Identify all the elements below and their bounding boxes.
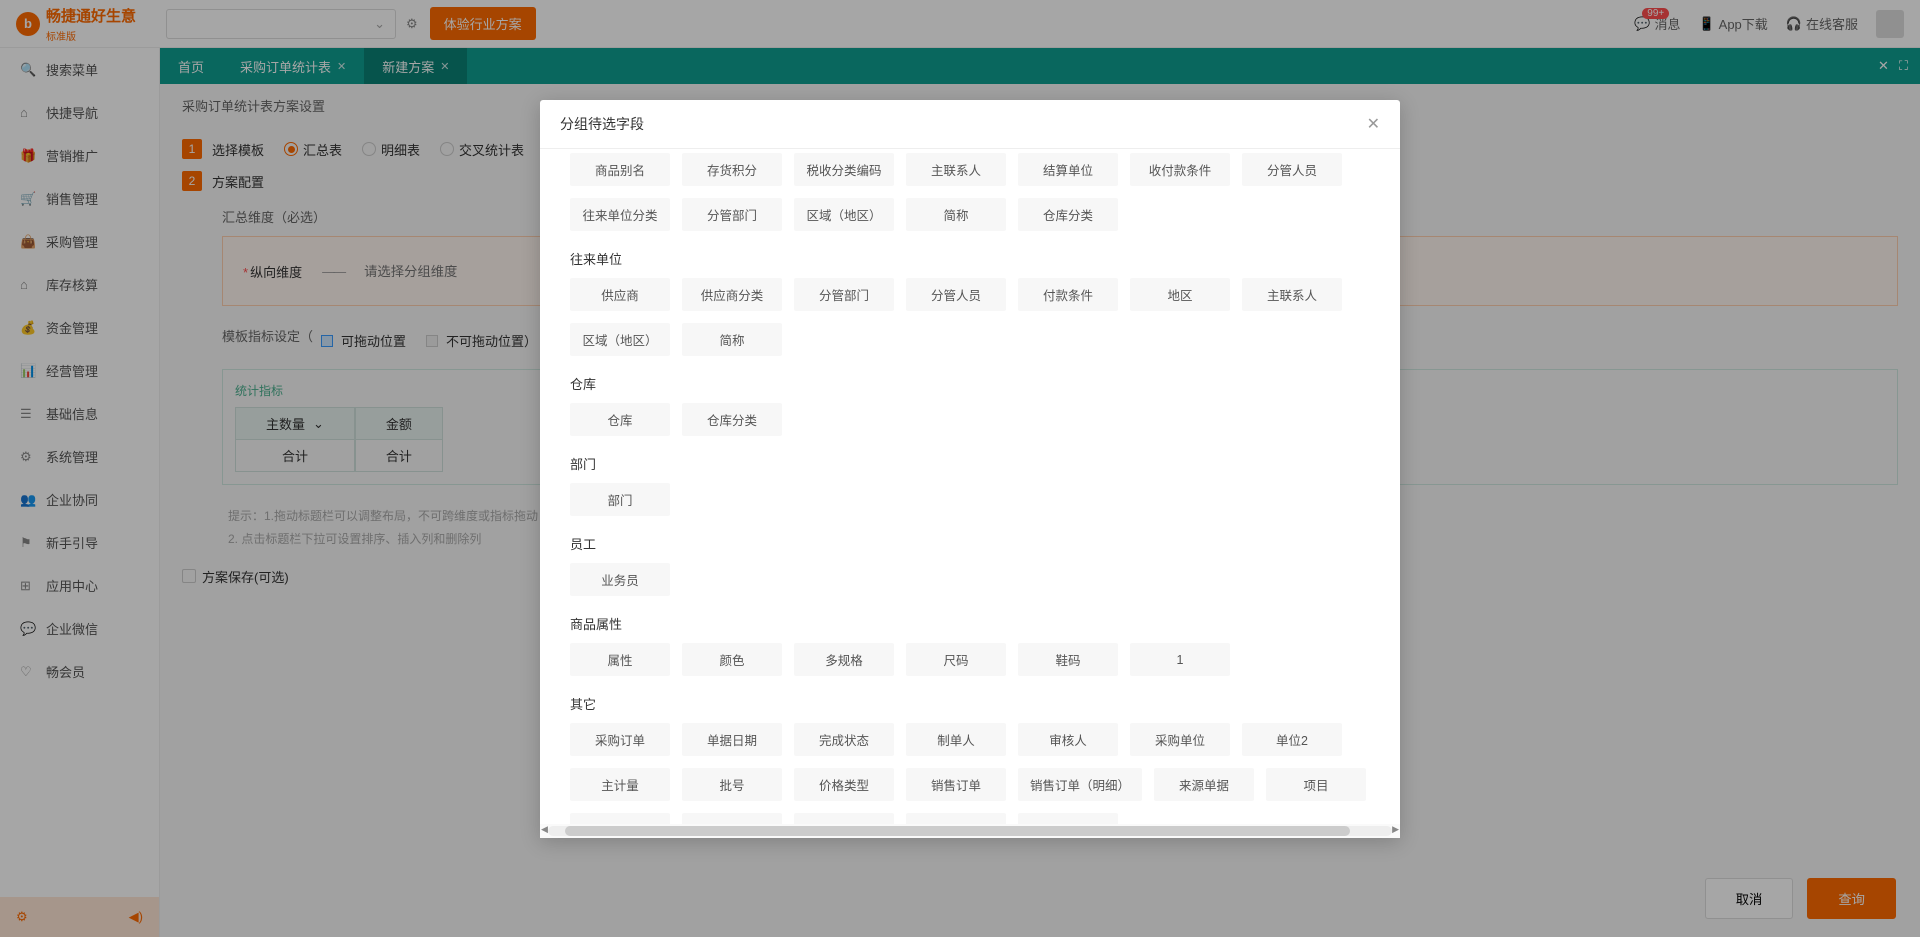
field-group-0: 往来单位供应商供应商分类分管部门分管人员付款条件地区主联系人区域（地区） 简称 bbox=[570, 249, 1370, 356]
field-group-4: 商品属性属性颜色多规格尺码鞋码 1 bbox=[570, 614, 1370, 676]
group5-chip-2[interactable]: 完成状态 bbox=[794, 723, 894, 756]
group5-chip-0[interactable]: 采购订单 bbox=[570, 723, 670, 756]
group0-chip-3[interactable]: 分管人员 bbox=[906, 278, 1006, 311]
group5-chip-4[interactable]: 审核人 bbox=[1018, 723, 1118, 756]
group5-chip-8[interactable]: 批号 bbox=[682, 768, 782, 801]
group5-chip-1[interactable]: 单据日期 bbox=[682, 723, 782, 756]
group5-chip-10[interactable]: 销售订单 bbox=[906, 768, 1006, 801]
group5-chip-7[interactable]: 主计量 bbox=[570, 768, 670, 801]
modal-body[interactable]: 商品别名存货积分税收分类编码主联系人结算单位收付款条件分管人员 往来单位分类分管… bbox=[540, 149, 1400, 824]
group-title: 商品属性 bbox=[570, 614, 1370, 633]
group5-chip-18[interactable]: 是否开票 bbox=[1018, 813, 1118, 824]
group5-chip-5[interactable]: 采购单位 bbox=[1130, 723, 1230, 756]
group5-chip-12[interactable]: 来源单据 bbox=[1154, 768, 1254, 801]
group-title: 部门 bbox=[570, 454, 1370, 473]
top-chip-6[interactable]: 分管人员 bbox=[1242, 153, 1342, 186]
field-group-1: 仓库仓库仓库分类 bbox=[570, 374, 1370, 436]
scroll-left-icon[interactable]: ◀ bbox=[541, 824, 548, 835]
group4-chip-5[interactable]: 1 bbox=[1130, 643, 1230, 676]
field-group-3: 员工业务员 bbox=[570, 534, 1370, 596]
group1-chip-0[interactable]: 仓库 bbox=[570, 403, 670, 436]
field-selector-modal: 分组待选字段 ✕ 商品别名存货积分税收分类编码主联系人结算单位收付款条件分管人员… bbox=[540, 100, 1400, 838]
group0-chip-6[interactable]: 主联系人 bbox=[1242, 278, 1342, 311]
group-title: 员工 bbox=[570, 534, 1370, 553]
modal-close-icon[interactable]: ✕ bbox=[1367, 114, 1380, 134]
group5-chip-3[interactable]: 制单人 bbox=[906, 723, 1006, 756]
group5-chip-9[interactable]: 价格类型 bbox=[794, 768, 894, 801]
group4-chip-1[interactable]: 颜色 bbox=[682, 643, 782, 676]
second-chip-2[interactable]: 区域（地区） bbox=[794, 198, 894, 231]
group0-chip-4[interactable]: 付款条件 bbox=[1018, 278, 1118, 311]
second-chip-4[interactable]: 仓库分类 bbox=[1018, 198, 1118, 231]
group0-chip-8[interactable]: 简称 bbox=[682, 323, 782, 356]
top-chip-3[interactable]: 主联系人 bbox=[906, 153, 1006, 186]
group5-chip-13[interactable]: 项目 bbox=[1266, 768, 1366, 801]
top-chip-5[interactable]: 收付款条件 bbox=[1130, 153, 1230, 186]
group5-chip-16[interactable]: 车架号 bbox=[794, 813, 894, 824]
top-chip-2[interactable]: 税收分类编码 bbox=[794, 153, 894, 186]
group-title: 其它 bbox=[570, 694, 1370, 713]
group5-chip-17[interactable]: 零件名称 bbox=[906, 813, 1006, 824]
group5-chip-6[interactable]: 单位2 bbox=[1242, 723, 1342, 756]
group3-chip-0[interactable]: 业务员 bbox=[570, 563, 670, 596]
modal-horizontal-scrollbar[interactable]: ◀ ▶ bbox=[540, 824, 1400, 838]
group5-chip-14[interactable]: 项目分类 bbox=[570, 813, 670, 824]
group-title: 往来单位 bbox=[570, 249, 1370, 268]
group4-chip-3[interactable]: 尺码 bbox=[906, 643, 1006, 676]
group5-chip-15[interactable]: 行中止 bbox=[682, 813, 782, 824]
top-chip-1[interactable]: 存货积分 bbox=[682, 153, 782, 186]
group1-chip-1[interactable]: 仓库分类 bbox=[682, 403, 782, 436]
group0-chip-5[interactable]: 地区 bbox=[1130, 278, 1230, 311]
group4-chip-2[interactable]: 多规格 bbox=[794, 643, 894, 676]
modal-title: 分组待选字段 bbox=[560, 114, 644, 134]
field-group-5: 其它采购订单单据日期完成状态制单人审核人采购单位单位2主计量批号价格类型销售订单… bbox=[570, 694, 1370, 824]
group2-chip-0[interactable]: 部门 bbox=[570, 483, 670, 516]
group0-chip-2[interactable]: 分管部门 bbox=[794, 278, 894, 311]
group0-chip-7[interactable]: 区域（地区） bbox=[570, 323, 670, 356]
group4-chip-4[interactable]: 鞋码 bbox=[1018, 643, 1118, 676]
group0-chip-1[interactable]: 供应商分类 bbox=[682, 278, 782, 311]
group0-chip-0[interactable]: 供应商 bbox=[570, 278, 670, 311]
second-chip-1[interactable]: 分管部门 bbox=[682, 198, 782, 231]
group5-chip-11[interactable]: 销售订单（明细） bbox=[1018, 768, 1142, 801]
field-group-2: 部门部门 bbox=[570, 454, 1370, 516]
top-chip-4[interactable]: 结算单位 bbox=[1018, 153, 1118, 186]
second-chip-3[interactable]: 简称 bbox=[906, 198, 1006, 231]
scroll-right-icon[interactable]: ▶ bbox=[1392, 824, 1399, 835]
scrollbar-thumb[interactable] bbox=[565, 826, 1350, 836]
top-chip-0[interactable]: 商品别名 bbox=[570, 153, 670, 186]
second-chip-0[interactable]: 往来单位分类 bbox=[570, 198, 670, 231]
group-title: 仓库 bbox=[570, 374, 1370, 393]
group4-chip-0[interactable]: 属性 bbox=[570, 643, 670, 676]
